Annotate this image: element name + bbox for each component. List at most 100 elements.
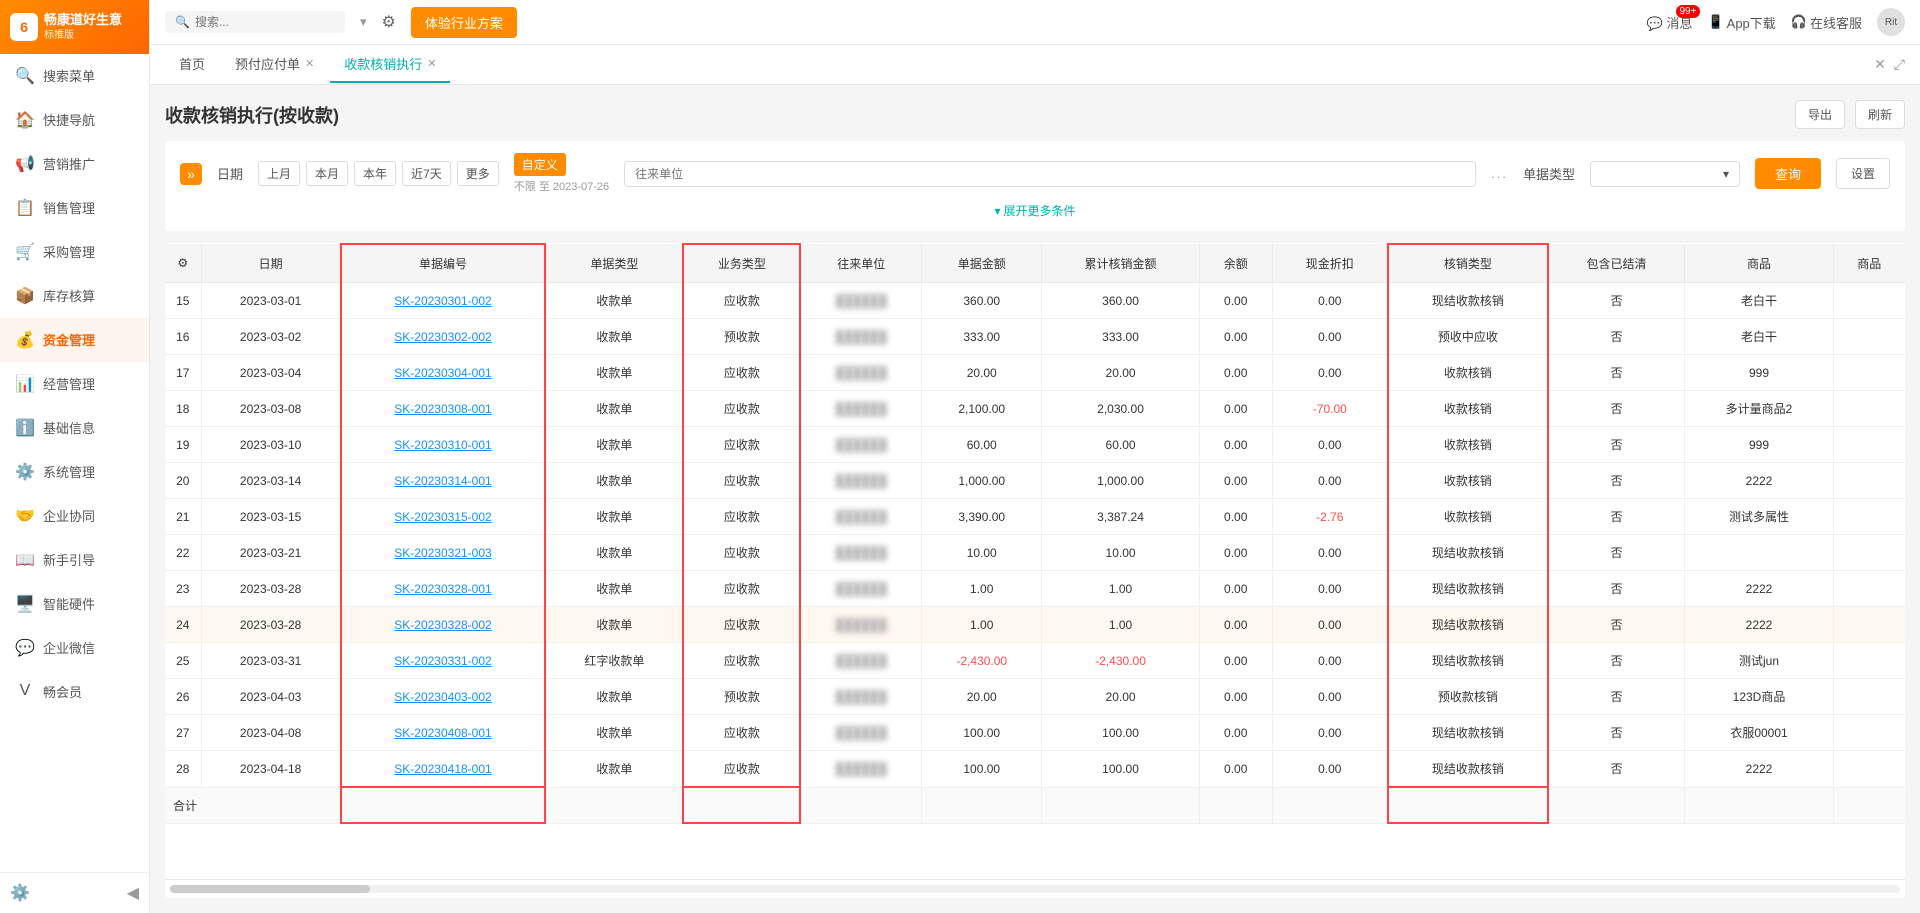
sidebar-item-marketing[interactable]: 📢营销推广	[0, 142, 149, 186]
cell-biz-type: 应收款	[683, 535, 800, 571]
cell-biz-type: 应收款	[683, 427, 800, 463]
bill-no-link[interactable]: SK-20230321-003	[394, 546, 491, 560]
cell-writeoff-amount: -2,430.00	[1042, 643, 1200, 679]
messages-label: 消息	[1666, 16, 1692, 31]
cell-writeoff-type: 现结收款核销	[1388, 751, 1547, 788]
hardware-nav-icon: 🖥️	[15, 594, 35, 614]
operation-nav-icon: 📊	[15, 374, 35, 394]
col-settings-header[interactable]: ⚙	[165, 244, 201, 283]
cell-partner: ██████	[800, 463, 921, 499]
table-scroll-area[interactable]: ⚙ 日期 单据编号 单据类型 业务类型 往来单位 单据金额 累计核销金额 余额 …	[165, 243, 1905, 879]
sidebar-item-operation[interactable]: 📊经营管理	[0, 362, 149, 406]
bill-no-link[interactable]: SK-20230328-001	[394, 582, 491, 596]
bill-no-link[interactable]: SK-20230301-002	[394, 294, 491, 308]
bill-no-link[interactable]: SK-20230408-001	[394, 726, 491, 740]
tab-home[interactable]: 首页	[165, 46, 219, 83]
tab-close-prepay[interactable]: ✕	[305, 57, 314, 70]
sidebar-item-search[interactable]: 🔍搜索菜单	[0, 54, 149, 98]
sidebar-item-wechat[interactable]: 💬企业微信	[0, 626, 149, 670]
bill-type-dropdown[interactable]: ▾	[1590, 161, 1740, 187]
date-option-本年[interactable]: 本年	[354, 161, 396, 186]
horizontal-scrollbar[interactable]	[170, 885, 1900, 893]
bill-no-link[interactable]: SK-20230418-001	[394, 762, 491, 776]
sidebar-item-guide[interactable]: 📖新手引导	[0, 538, 149, 582]
sidebar-item-hardware[interactable]: 🖥️智能硬件	[0, 582, 149, 626]
quicknav-nav-icon: 🏠	[15, 110, 35, 130]
tab-collection[interactable]: 收款核销执行✕	[330, 46, 450, 83]
message-count-badge: 99+	[1676, 5, 1701, 18]
bill-no-link[interactable]: SK-20230304-001	[394, 366, 491, 380]
column-settings-gear-icon[interactable]: ⚙	[177, 256, 188, 270]
cell-bill-no: SK-20230328-002	[341, 607, 545, 643]
cell-goods: 2222	[1685, 463, 1833, 499]
topbar-search-box[interactable]: 🔍	[165, 11, 345, 33]
filter-expand-button[interactable]: »	[180, 163, 202, 185]
totals-cash-discount	[1272, 787, 1388, 823]
quicknav-nav-label: 快捷导航	[43, 110, 95, 129]
cell-goods2	[1833, 571, 1905, 607]
close-tab-icon[interactable]: ✕	[1874, 56, 1886, 73]
settings-icon[interactable]: ⚙️	[10, 883, 30, 903]
scrollbar-thumb[interactable]	[170, 885, 370, 893]
industry-solution-button[interactable]: 体验行业方案	[411, 7, 517, 38]
cell-biz-type: 预收款	[683, 679, 800, 715]
cell-cash-discount: 0.00	[1272, 643, 1388, 679]
tab-close-collection[interactable]: ✕	[427, 57, 436, 70]
online-support-button[interactable]: 🎧 在线客服	[1791, 13, 1862, 32]
date-option-更多[interactable]: 更多	[457, 161, 499, 186]
user-avatar[interactable]: Rit	[1877, 8, 1905, 36]
cell-biz-type: 预收款	[683, 319, 800, 355]
date-option-本月[interactable]: 本月	[306, 161, 348, 186]
sidebar-item-system[interactable]: ⚙️系统管理	[0, 450, 149, 494]
more-options-dots[interactable]: ...	[1491, 166, 1508, 181]
query-button[interactable]: 查询	[1755, 158, 1821, 189]
finance-nav-label: 资金管理	[43, 330, 95, 349]
sidebar-item-sales[interactable]: 📋销售管理	[0, 186, 149, 230]
cell-bill-type: 收款单	[545, 715, 683, 751]
cell-goods: 衣服00001	[1685, 715, 1833, 751]
refresh-button[interactable]: 刷新	[1855, 100, 1905, 129]
sidebar-item-finance[interactable]: 💰资金管理	[0, 318, 149, 362]
bill-no-link[interactable]: SK-20230302-002	[394, 330, 491, 344]
table-row: 20 2023-03-14 SK-20230314-001 收款单 应收款 ██…	[165, 463, 1905, 499]
search-input[interactable]	[195, 15, 315, 29]
tab-prepay[interactable]: 预付应付单✕	[221, 46, 328, 83]
cell-include-settled: 否	[1548, 499, 1685, 535]
page-title: 收款核销执行(按收款)	[165, 102, 339, 128]
maximize-tab-icon[interactable]: ⤢	[1894, 56, 1905, 73]
bill-no-link[interactable]: SK-20230331-002	[394, 654, 491, 668]
app-download-button[interactable]: 📱 App下载	[1707, 13, 1775, 32]
cell-balance: 0.00	[1199, 427, 1272, 463]
bill-no-link[interactable]: SK-20230310-001	[394, 438, 491, 452]
cell-amount: 10.00	[922, 535, 1042, 571]
column-settings-button[interactable]: 设置	[1836, 158, 1890, 189]
expand-more-button[interactable]: ▾ 展开更多条件	[994, 202, 1075, 219]
bill-no-link[interactable]: SK-20230315-002	[394, 510, 491, 524]
sidebar-item-purchase[interactable]: 🛒采购管理	[0, 230, 149, 274]
date-option-上月[interactable]: 上月	[258, 161, 300, 186]
dropdown-chevron-icon[interactable]: ▾	[360, 14, 367, 30]
bill-no-link[interactable]: SK-20230328-002	[394, 618, 491, 632]
cell-cash-discount: 0.00	[1272, 571, 1388, 607]
messages-button[interactable]: 💬 消息 99+	[1647, 13, 1693, 32]
sidebar-item-inventory[interactable]: 📦库存核算	[0, 274, 149, 318]
export-button[interactable]: 导出	[1795, 100, 1845, 129]
sidebar-item-corp[interactable]: 🤝企业协同	[0, 494, 149, 538]
bill-no-link[interactable]: SK-20230403-002	[394, 690, 491, 704]
cell-no: 20	[165, 463, 201, 499]
date-option-近7天[interactable]: 近7天	[402, 161, 451, 186]
cell-include-settled: 否	[1548, 283, 1685, 319]
totals-goods2	[1833, 787, 1905, 823]
partner-filter-input[interactable]	[624, 161, 1476, 187]
cell-writeoff-type: 收款核销	[1388, 391, 1547, 427]
custom-date-button[interactable]: 自定义	[514, 153, 566, 176]
cell-bill-no: SK-20230304-001	[341, 355, 545, 391]
bill-no-link[interactable]: SK-20230308-001	[394, 402, 491, 416]
bill-no-link[interactable]: SK-20230314-001	[394, 474, 491, 488]
collapse-icon[interactable]: ◀	[127, 883, 139, 903]
sidebar-item-basic[interactable]: ℹ️基础信息	[0, 406, 149, 450]
sidebar-item-member[interactable]: V畅会员	[0, 670, 149, 713]
tab-bar: 首页预付应付单✕收款核销执行✕✕⤢	[150, 45, 1920, 85]
sidebar-item-quicknav[interactable]: 🏠 快捷导航	[0, 98, 149, 142]
gear-settings-icon[interactable]: ⚙	[382, 12, 396, 32]
